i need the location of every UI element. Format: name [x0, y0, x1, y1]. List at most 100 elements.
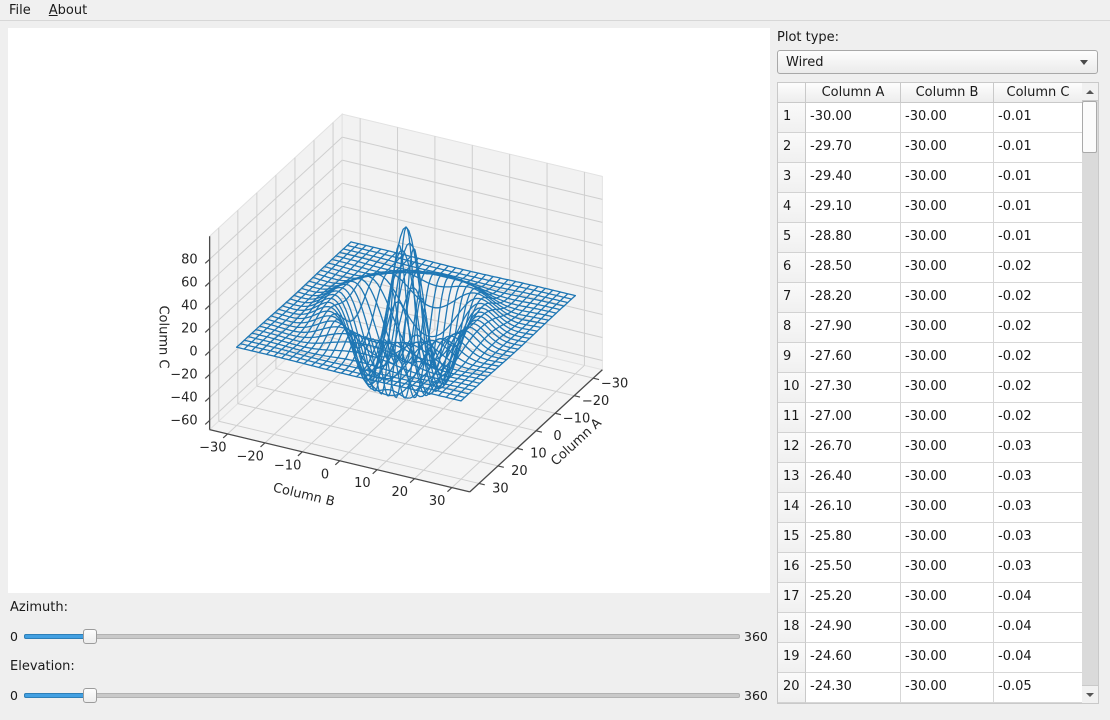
cell-column-c[interactable]: -0.03 — [994, 433, 1083, 463]
menu-file[interactable]: File — [0, 1, 40, 20]
cell-column-a[interactable]: -27.00 — [806, 403, 901, 433]
cell-column-c[interactable]: -0.03 — [994, 493, 1083, 523]
row-number[interactable]: 16 — [778, 553, 806, 583]
cell-column-b[interactable]: -30.00 — [901, 223, 994, 253]
table-row[interactable]: 9-27.60-30.00-0.02 — [778, 343, 1083, 373]
cell-column-b[interactable]: -30.00 — [901, 673, 994, 703]
cell-column-b[interactable]: -30.00 — [901, 163, 994, 193]
cell-column-a[interactable]: -27.60 — [806, 343, 901, 373]
table-row[interactable]: 14-26.10-30.00-0.03 — [778, 493, 1083, 523]
cell-column-a[interactable]: -26.10 — [806, 493, 901, 523]
cell-column-c[interactable]: -0.04 — [994, 583, 1083, 613]
table-row[interactable]: 1-30.00-30.00-0.01 — [778, 103, 1083, 133]
cell-column-b[interactable]: -30.00 — [901, 463, 994, 493]
cell-column-c[interactable]: -0.02 — [994, 313, 1083, 343]
cell-column-a[interactable]: -25.80 — [806, 523, 901, 553]
cell-column-a[interactable]: -24.30 — [806, 673, 901, 703]
table-row[interactable]: 10-27.30-30.00-0.02 — [778, 373, 1083, 403]
plot-type-select[interactable]: Wired — [777, 50, 1098, 74]
cell-column-b[interactable]: -30.00 — [901, 373, 994, 403]
row-number[interactable]: 10 — [778, 373, 806, 403]
table-row[interactable]: 20-24.30-30.00-0.05 — [778, 673, 1083, 703]
row-number[interactable]: 7 — [778, 283, 806, 313]
cell-column-a[interactable]: -29.10 — [806, 193, 901, 223]
table-row[interactable]: 19-24.60-30.00-0.04 — [778, 643, 1083, 673]
row-number[interactable]: 19 — [778, 643, 806, 673]
cell-column-a[interactable]: -27.30 — [806, 373, 901, 403]
cell-column-c[interactable]: -0.02 — [994, 283, 1083, 313]
cell-column-c[interactable]: -0.04 — [994, 643, 1083, 673]
table-scrollbar[interactable] — [1082, 83, 1098, 703]
table-row[interactable]: 3-29.40-30.00-0.01 — [778, 163, 1083, 193]
cell-column-c[interactable]: -0.02 — [994, 343, 1083, 373]
cell-column-a[interactable]: -30.00 — [806, 103, 901, 133]
column-b-header[interactable]: Column B — [901, 83, 994, 103]
cell-column-c[interactable]: -0.04 — [994, 613, 1083, 643]
azimuth-slider[interactable]: 0 360 — [0, 627, 775, 647]
azimuth-track[interactable] — [24, 634, 740, 639]
row-number[interactable]: 12 — [778, 433, 806, 463]
table-row[interactable]: 5-28.80-30.00-0.01 — [778, 223, 1083, 253]
cell-column-a[interactable]: -28.50 — [806, 253, 901, 283]
cell-column-a[interactable]: -29.40 — [806, 163, 901, 193]
cell-column-c[interactable]: -0.03 — [994, 523, 1083, 553]
cell-column-b[interactable]: -30.00 — [901, 103, 994, 133]
row-number[interactable]: 9 — [778, 343, 806, 373]
cell-column-c[interactable]: -0.05 — [994, 673, 1083, 703]
cell-column-b[interactable]: -30.00 — [901, 643, 994, 673]
cell-column-c[interactable]: -0.03 — [994, 553, 1083, 583]
menu-about[interactable]: About — [40, 1, 96, 20]
cell-column-c[interactable]: -0.03 — [994, 463, 1083, 493]
table-row[interactable]: 12-26.70-30.00-0.03 — [778, 433, 1083, 463]
cell-column-a[interactable]: -28.80 — [806, 223, 901, 253]
cell-column-a[interactable]: -29.70 — [806, 133, 901, 163]
elevation-track[interactable] — [24, 693, 740, 698]
column-c-header[interactable]: Column C — [994, 83, 1083, 103]
column-a-header[interactable]: Column A — [806, 83, 901, 103]
table-row[interactable]: 16-25.50-30.00-0.03 — [778, 553, 1083, 583]
table-row[interactable]: 18-24.90-30.00-0.04 — [778, 613, 1083, 643]
cell-column-a[interactable]: -27.90 — [806, 313, 901, 343]
scrollbar-thumb[interactable] — [1082, 101, 1097, 153]
cell-column-b[interactable]: -30.00 — [901, 613, 994, 643]
cell-column-a[interactable]: -26.70 — [806, 433, 901, 463]
cell-column-a[interactable]: -28.20 — [806, 283, 901, 313]
row-number[interactable]: 18 — [778, 613, 806, 643]
cell-column-c[interactable]: -0.02 — [994, 253, 1083, 283]
cell-column-a[interactable]: -24.90 — [806, 613, 901, 643]
plot-figure[interactable]: −30−20−100102030−30−20−100102030−60−40−2… — [8, 28, 770, 593]
row-number[interactable]: 3 — [778, 163, 806, 193]
cell-column-a[interactable]: -25.20 — [806, 583, 901, 613]
cell-column-b[interactable]: -30.00 — [901, 313, 994, 343]
cell-column-b[interactable]: -30.00 — [901, 193, 994, 223]
row-number[interactable]: 1 — [778, 103, 806, 133]
table-row[interactable]: 17-25.20-30.00-0.04 — [778, 583, 1083, 613]
table-row[interactable]: 6-28.50-30.00-0.02 — [778, 253, 1083, 283]
cell-column-b[interactable]: -30.00 — [901, 283, 994, 313]
row-number[interactable]: 4 — [778, 193, 806, 223]
table-row[interactable]: 2-29.70-30.00-0.01 — [778, 133, 1083, 163]
row-number[interactable]: 8 — [778, 313, 806, 343]
cell-column-b[interactable]: -30.00 — [901, 343, 994, 373]
cell-column-c[interactable]: -0.01 — [994, 193, 1083, 223]
table-row[interactable]: 7-28.20-30.00-0.02 — [778, 283, 1083, 313]
cell-column-c[interactable]: -0.02 — [994, 373, 1083, 403]
cell-column-c[interactable]: -0.01 — [994, 103, 1083, 133]
cell-column-b[interactable]: -30.00 — [901, 493, 994, 523]
cell-column-c[interactable]: -0.01 — [994, 223, 1083, 253]
cell-column-b[interactable]: -30.00 — [901, 523, 994, 553]
row-number[interactable]: 17 — [778, 583, 806, 613]
azimuth-handle[interactable] — [83, 629, 97, 644]
cell-column-b[interactable]: -30.00 — [901, 553, 994, 583]
row-number[interactable]: 20 — [778, 673, 806, 703]
cell-column-c[interactable]: -0.01 — [994, 163, 1083, 193]
table-row[interactable]: 4-29.10-30.00-0.01 — [778, 193, 1083, 223]
cell-column-b[interactable]: -30.00 — [901, 403, 994, 433]
table-row[interactable]: 8-27.90-30.00-0.02 — [778, 313, 1083, 343]
cell-column-b[interactable]: -30.00 — [901, 133, 994, 163]
row-number[interactable]: 13 — [778, 463, 806, 493]
row-number[interactable]: 2 — [778, 133, 806, 163]
row-number[interactable]: 11 — [778, 403, 806, 433]
table-row[interactable]: 15-25.80-30.00-0.03 — [778, 523, 1083, 553]
table-row[interactable]: 11-27.00-30.00-0.02 — [778, 403, 1083, 433]
